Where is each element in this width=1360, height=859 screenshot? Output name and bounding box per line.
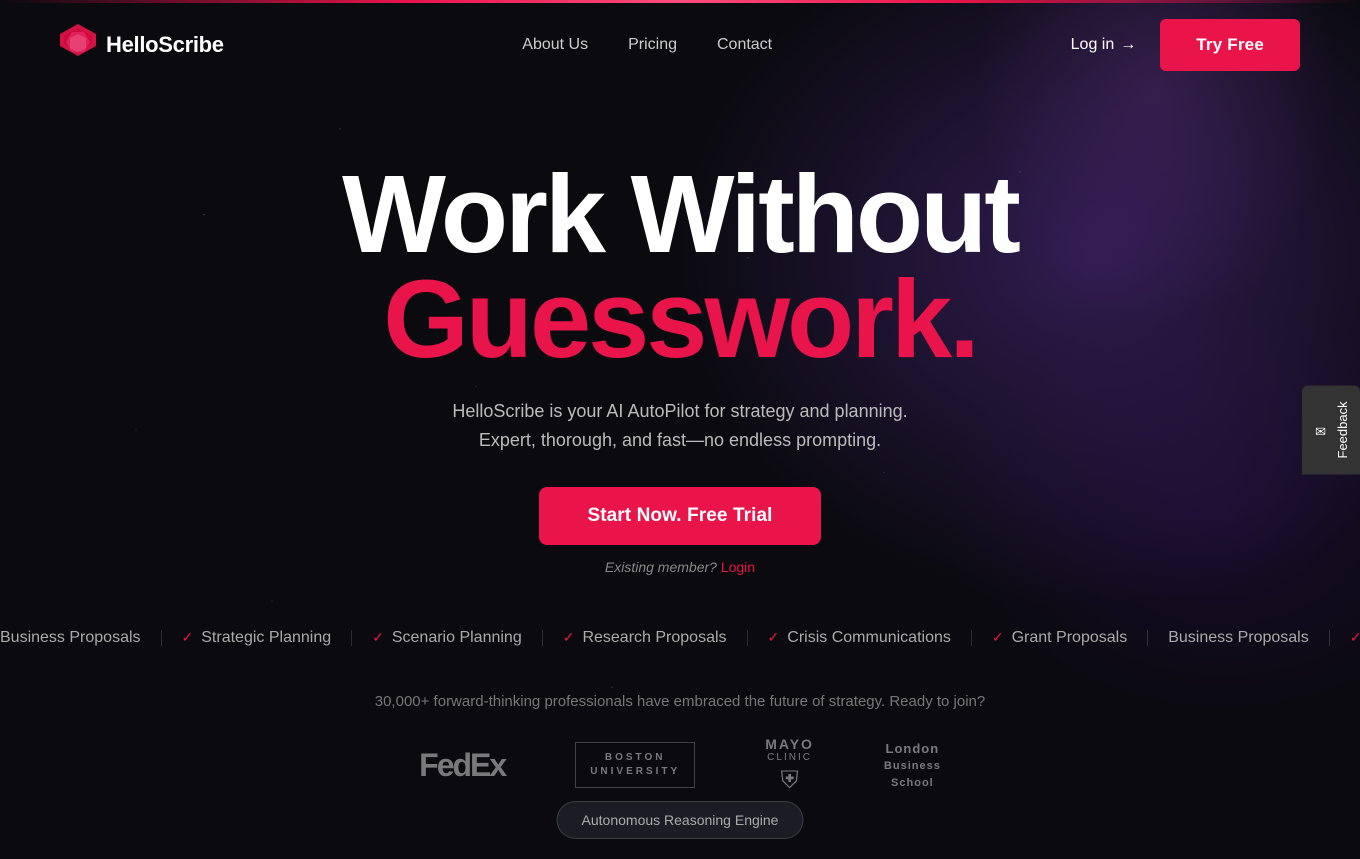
tag-divider [351,630,352,646]
feedback-label: Feedback [1335,401,1350,458]
badge-pill-label: Autonomous Reasoning Engine [557,801,804,839]
login-button[interactable]: Log in → [1071,36,1137,54]
cta-button[interactable]: Start Now. Free Trial [539,487,820,545]
nav-links: About Us Pricing Contact [522,36,772,54]
tag-divider [161,630,162,646]
existing-member-login-link[interactable]: Login [721,559,755,575]
tag-divider [1329,630,1330,646]
tag-strategic-planning: ✓ Strategic Planning [182,629,332,647]
tag-grant-proposals: ✓ Grant Proposals [992,629,1127,647]
nav-link-contact[interactable]: Contact [717,36,772,54]
tag-divider [542,630,543,646]
tag-divider [1147,630,1148,646]
logo-text: HelloScribe [106,32,224,58]
existing-member-text: Existing member? Login [0,559,1360,575]
try-free-button[interactable]: Try Free [1160,19,1300,71]
tag-business-proposals-2: Business Proposals [1168,629,1309,647]
logo-icon [60,24,96,66]
feedback-icon: ✉ [1312,422,1327,437]
logos-row: FedEx BOSTON UNIVERSITY MAYO CLINIC ⛨ Lo… [0,736,1360,795]
tag-strategic-planning-2: ✓ Strategic Planning [1350,629,1360,647]
navbar: HelloScribe About Us Pricing Contact Log… [0,0,1360,90]
tag-crisis-communications: ✓ Crisis Communications [768,629,951,647]
bottom-badge: Autonomous Reasoning Engine [557,801,804,839]
hero-title-line1: Work Without [0,160,1360,270]
tag-business-proposals: Business Proposals [0,629,141,647]
nav-link-about[interactable]: About Us [522,36,588,54]
mayo-clinic-logo: MAYO CLINIC ⛨ [765,736,814,795]
tags-row: Business Proposals ✓ Strategic Planning … [0,619,1360,657]
feedback-tab[interactable]: ✉ Feedback [1302,385,1360,474]
nav-link-pricing[interactable]: Pricing [628,36,677,54]
tag-divider [747,630,748,646]
london-business-school-logo: London Business School [884,739,941,792]
tags-inner: Business Proposals ✓ Strategic Planning … [0,629,1360,647]
tag-research-proposals: ✓ Research Proposals [563,629,727,647]
hero-subtitle: HelloScribe is your AI AutoPilot for str… [0,397,1360,455]
tag-divider [971,630,972,646]
social-proof: 30,000+ forward-thinking professionals h… [0,693,1360,795]
boston-university-logo: BOSTON UNIVERSITY [575,742,695,788]
hero-section: Work Without Guesswork. HelloScribe is y… [0,90,1360,575]
hero-title-line2: Guesswork. [0,265,1360,375]
tag-scenario-planning: ✓ Scenario Planning [372,629,522,647]
fedex-logo: FedEx [419,747,505,784]
logo[interactable]: HelloScribe [60,24,224,66]
social-proof-text: 30,000+ forward-thinking professionals h… [0,693,1360,710]
nav-right: Log in → Try Free [1071,19,1300,71]
